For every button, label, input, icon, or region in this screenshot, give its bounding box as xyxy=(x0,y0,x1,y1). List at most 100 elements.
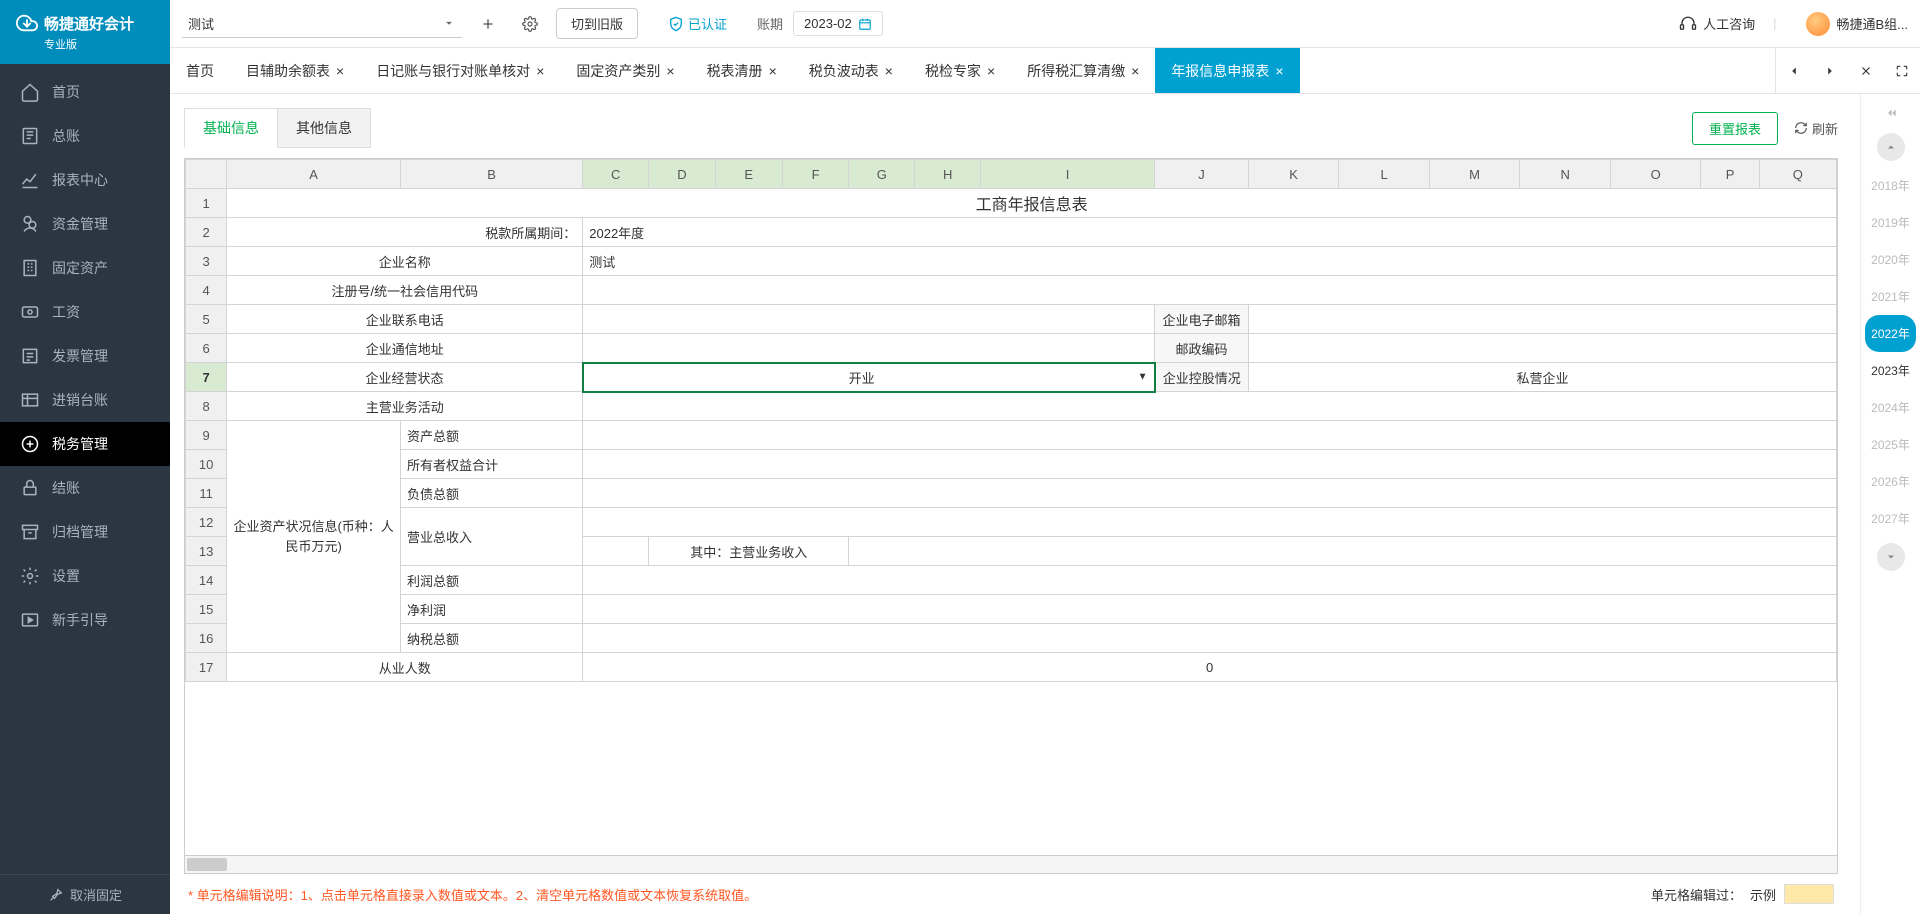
tab-1[interactable]: 目辅助余额表× xyxy=(230,48,360,93)
add-button[interactable] xyxy=(472,8,504,40)
tab-close-icon[interactable]: × xyxy=(536,63,544,79)
cell[interactable]: 邮政编码 xyxy=(1155,334,1249,363)
spreadsheet[interactable]: ABCDEFGHIJKLMNOPQ1工商年报信息表2税款所属期间：2022年度3… xyxy=(184,158,1838,856)
old-version-button[interactable]: 切到旧版 xyxy=(556,8,638,39)
row-header-6[interactable]: 6 xyxy=(186,334,227,363)
row-header-5[interactable]: 5 xyxy=(186,305,227,334)
row-header-2[interactable]: 2 xyxy=(186,218,227,247)
tab-6[interactable]: 税检专家× xyxy=(909,48,1011,93)
tab-3[interactable]: 固定资产类别× xyxy=(560,48,690,93)
cell[interactable] xyxy=(583,392,1837,421)
col-header-Q[interactable]: Q xyxy=(1759,160,1836,189)
year-item[interactable]: 2027年 xyxy=(1865,500,1916,537)
cell[interactable]: 营业总收入 xyxy=(400,508,582,566)
period-picker[interactable]: 2023-02 xyxy=(793,11,883,36)
year-item[interactable]: 2025年 xyxy=(1865,426,1916,463)
cell[interactable] xyxy=(583,508,1837,537)
sidebar-item-invoice[interactable]: 发票管理 xyxy=(0,334,170,378)
settings-button[interactable] xyxy=(514,8,546,40)
cell[interactable]: 主营业务活动 xyxy=(227,392,583,421)
row-header-4[interactable]: 4 xyxy=(186,276,227,305)
col-header-N[interactable]: N xyxy=(1520,160,1611,189)
row-header-10[interactable]: 10 xyxy=(186,450,227,479)
tab-close-button[interactable] xyxy=(1848,48,1884,93)
cell[interactable] xyxy=(583,305,1155,334)
cell[interactable]: 企业通信地址 xyxy=(227,334,583,363)
cell[interactable]: 资产总额 xyxy=(400,421,582,450)
tab-4[interactable]: 税表清册× xyxy=(691,48,793,93)
tab-next-button[interactable] xyxy=(1812,48,1848,93)
year-item[interactable]: 2019年 xyxy=(1865,204,1916,241)
year-down-button[interactable] xyxy=(1877,543,1905,571)
row-header-17[interactable]: 17 xyxy=(186,653,227,682)
business-status-dropdown[interactable]: 开业▼ xyxy=(583,363,1155,392)
sidebar-item-tax[interactable]: 税务管理 xyxy=(0,422,170,466)
row-header-9[interactable]: 9 xyxy=(186,421,227,450)
sidebar-item-assets[interactable]: 固定资产 xyxy=(0,246,170,290)
tab-5[interactable]: 税负波动表× xyxy=(793,48,909,93)
col-header-E[interactable]: E xyxy=(715,160,782,189)
row-header-7[interactable]: 7 xyxy=(186,363,227,392)
col-header-B[interactable]: B xyxy=(400,160,582,189)
cell[interactable]: 负债总额 xyxy=(400,479,582,508)
col-header-F[interactable]: F xyxy=(782,160,849,189)
cell[interactable] xyxy=(583,566,1837,595)
cell[interactable]: 所有者权益合计 xyxy=(400,450,582,479)
sidebar-item-ledger[interactable]: 总账 xyxy=(0,114,170,158)
cell[interactable]: 净利润 xyxy=(400,595,582,624)
reset-button[interactable]: 重置报表 xyxy=(1692,112,1778,145)
cell[interactable]: 从业人数 xyxy=(227,653,583,682)
unpin-button[interactable]: 取消固定 xyxy=(0,874,170,914)
row-header-14[interactable]: 14 xyxy=(186,566,227,595)
year-collapse-button[interactable] xyxy=(1880,102,1902,127)
year-item[interactable]: 2023年 xyxy=(1865,352,1916,389)
col-header-C[interactable]: C xyxy=(583,160,649,189)
cell[interactable] xyxy=(583,595,1837,624)
tab-2[interactable]: 日记账与银行对账单核对× xyxy=(360,48,560,93)
sidebar-item-archive[interactable]: 归档管理 xyxy=(0,510,170,554)
cell[interactable] xyxy=(583,479,1837,508)
year-item[interactable]: 2024年 xyxy=(1865,389,1916,426)
cell[interactable] xyxy=(583,537,649,566)
year-item[interactable]: 2026年 xyxy=(1865,463,1916,500)
row-header-15[interactable]: 15 xyxy=(186,595,227,624)
col-header-M[interactable]: M xyxy=(1429,160,1520,189)
cell[interactable]: 企业控股情况 xyxy=(1155,363,1249,392)
horizontal-scrollbar[interactable] xyxy=(184,856,1838,874)
cell[interactable]: 利润总额 xyxy=(400,566,582,595)
sidebar-item-closing[interactable]: 结账 xyxy=(0,466,170,510)
year-up-button[interactable] xyxy=(1877,133,1905,161)
sidebar-item-reports[interactable]: 报表中心 xyxy=(0,158,170,202)
tab-close-icon[interactable]: × xyxy=(1275,63,1283,79)
tab-close-icon[interactable]: × xyxy=(1131,63,1139,79)
col-header-J[interactable]: J xyxy=(1155,160,1249,189)
cell[interactable] xyxy=(583,624,1837,653)
cell[interactable]: 税款所属期间： xyxy=(227,218,583,247)
tab-0[interactable]: 首页 xyxy=(170,48,230,93)
year-item[interactable]: 2021年 xyxy=(1865,278,1916,315)
row-header-8[interactable]: 8 xyxy=(186,392,227,421)
cell[interactable] xyxy=(583,421,1837,450)
col-header-P[interactable]: P xyxy=(1701,160,1759,189)
sheet-corner[interactable] xyxy=(186,160,227,189)
cell[interactable] xyxy=(583,334,1155,363)
cell[interactable] xyxy=(849,537,1837,566)
consult-button[interactable]: 人工咨询 xyxy=(1679,14,1755,33)
cell[interactable]: 私营企业 xyxy=(1248,363,1836,392)
row-header-16[interactable]: 16 xyxy=(186,624,227,653)
cell[interactable]: 企业经营状态 xyxy=(227,363,583,392)
tab-prev-button[interactable] xyxy=(1776,48,1812,93)
col-header-D[interactable]: D xyxy=(649,160,716,189)
cell[interactable] xyxy=(583,450,1837,479)
cell[interactable]: 0 xyxy=(583,653,1837,682)
year-item[interactable]: 2020年 xyxy=(1865,241,1916,278)
cell[interactable]: 工商年报信息表 xyxy=(227,189,1837,218)
sidebar-item-funds[interactable]: 资金管理 xyxy=(0,202,170,246)
year-item[interactable]: 2022年 xyxy=(1865,315,1916,352)
cell[interactable]: 企业电子邮箱 xyxy=(1155,305,1249,334)
col-header-I[interactable]: I xyxy=(981,160,1155,189)
tab-close-icon[interactable]: × xyxy=(885,63,893,79)
user-menu[interactable]: 畅捷通B组... xyxy=(1806,12,1908,36)
tab-fullscreen-button[interactable] xyxy=(1884,48,1920,93)
sidebar-item-inventory[interactable]: 进销台账 xyxy=(0,378,170,422)
